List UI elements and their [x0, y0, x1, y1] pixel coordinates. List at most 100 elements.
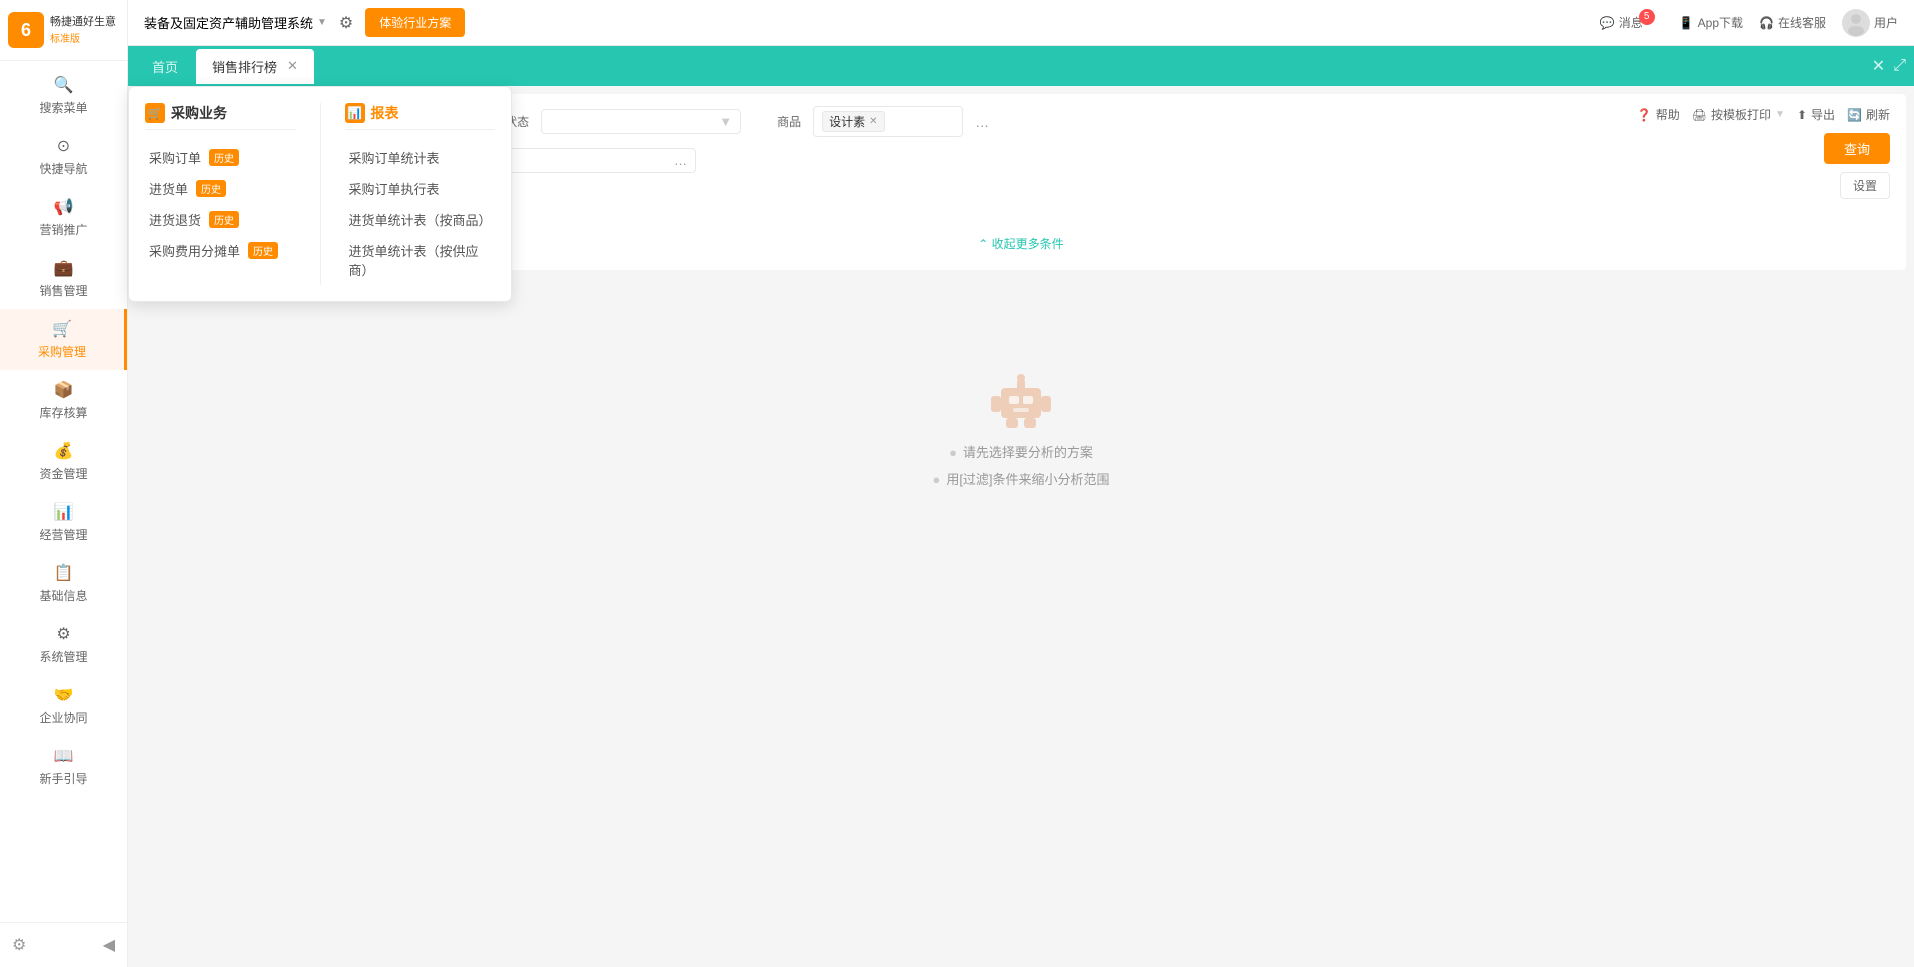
inventory-icon: 📦: [54, 380, 74, 400]
history-badge-0: 历史: [209, 149, 239, 166]
sidebar-item-inventory[interactable]: 📦 库存核算: [0, 370, 127, 431]
query-button[interactable]: 查询: [1824, 133, 1890, 164]
quicknav-icon: ⊙: [57, 136, 70, 156]
toolbar-actions: ❓ 帮助 🖨 按模板打印 ▼ ⬆ 导出: [1637, 106, 1890, 123]
notification-icon: 💬: [1600, 16, 1615, 30]
print-icon: 🖨: [1692, 108, 1707, 122]
phone-icon: 📱: [1679, 16, 1694, 30]
sidebar-item-guide[interactable]: 📖 新手引导: [0, 736, 127, 797]
dropdown-report-incoming-supplier[interactable]: 进货单统计表（按供应商）: [345, 235, 496, 285]
sidebar-item-finance[interactable]: 💰 资金管理: [0, 431, 127, 492]
dropdown-purchase-order[interactable]: 采购订单 历史: [145, 142, 296, 173]
empty-tip-2: 用[过滤]条件来缩小分析范围: [932, 469, 1109, 488]
status-dropdown-icon: ▼: [719, 114, 732, 129]
purchase-col-title: 🛒 采购业务: [145, 103, 296, 130]
goods-tag: 设计素 ✕: [822, 111, 884, 132]
print-dropdown-icon: ▼: [1775, 109, 1785, 120]
operation-icon: 📊: [54, 502, 74, 522]
industry-btn[interactable]: 体验行业方案: [365, 8, 465, 37]
online-service-btn[interactable]: 🎧 在线客服: [1759, 14, 1826, 31]
system-title-dropdown[interactable]: 装备及固定资产辅助管理系统 ▼: [144, 13, 327, 32]
filter-right-actions: ❓ 帮助 🖨 按模板打印 ▼ ⬆ 导出: [1637, 106, 1890, 199]
system-title-text: 装备及固定资产辅助管理系统: [144, 13, 313, 32]
notification-btn[interactable]: 💬 消息 5: [1600, 14, 1663, 31]
goods-label: 商品: [777, 113, 801, 130]
topbar-settings-icon[interactable]: ⚙: [339, 13, 353, 33]
goods-tag-remove[interactable]: ✕: [869, 116, 877, 127]
print-btn[interactable]: 🖨 按模板打印 ▼: [1692, 106, 1785, 123]
sidebar-bottom: ⚙ ◀: [0, 922, 127, 967]
tab-close-window-icon[interactable]: ✕: [1872, 56, 1885, 76]
dropdown-return-order[interactable]: 进货退货 历史: [145, 204, 296, 235]
enterprise-icon: 🤝: [54, 685, 74, 705]
system-icon: ⚙: [56, 624, 70, 644]
help-icon: ❓: [1637, 108, 1652, 122]
empty-state: 请先选择要分析的方案 用[过滤]条件来缩小分析范围: [128, 278, 1914, 572]
tab-close-icon[interactable]: ✕: [287, 58, 298, 74]
dropdown-report-col: 📊 报表 采购订单统计表 采购订单执行表 进货单统计表（按商品） 进货单统计表（…: [345, 103, 496, 285]
empty-tip-1: 请先选择要分析的方案: [949, 442, 1093, 461]
sidebar-item-basic[interactable]: 📋 基础信息: [0, 553, 127, 614]
purchase-dropdown-menu: 🛒 采购业务 采购订单 历史 进货单 历史 进货退货 历史 采购费用分摊单 历史: [128, 86, 512, 302]
logo-icon: 6: [8, 12, 44, 48]
sidebar-item-purchase[interactable]: 🛒 采购管理: [0, 309, 127, 370]
sidebar-settings-btn[interactable]: ⚙: [12, 935, 26, 955]
headset-icon: 🎧: [1759, 16, 1774, 30]
search-nav-icon: 🔍: [54, 75, 74, 95]
refresh-btn[interactable]: 🔄 刷新: [1847, 106, 1890, 123]
sidebar-collapse-btn[interactable]: ◀: [103, 935, 115, 955]
sidebar-nav: 🔍 搜索菜单 ⊙ 快捷导航 📢 营销推广 💼 销售管理 🛒 采购管理 📦: [0, 61, 127, 922]
sidebar-item-search[interactable]: 🔍 搜索菜单: [0, 65, 127, 126]
dropdown-expense-order[interactable]: 采购费用分摊单 历史: [145, 235, 296, 266]
sales-icon: 💼: [54, 258, 74, 278]
report-col-title: 📊 报表: [345, 103, 496, 130]
report-col-icon: 📊: [345, 103, 365, 123]
sidebar-item-marketing[interactable]: 📢 营销推广: [0, 187, 127, 248]
topbar-right: 💬 消息 5 📱 App下载 🎧 在线客服 用户: [1600, 9, 1898, 37]
sidebar-item-system[interactable]: ⚙ 系统管理: [0, 614, 127, 675]
finance-icon: 💰: [54, 441, 74, 461]
purchase-icon: 🛒: [52, 319, 72, 339]
guide-icon: 📖: [54, 746, 74, 766]
tabbar: 首页 销售排行榜 ✕ ✕ ⤢: [128, 46, 1914, 86]
basic-icon: 📋: [54, 563, 74, 583]
sidebar-item-enterprise[interactable]: 🤝 企业协同: [0, 675, 127, 736]
sidebar-item-sales[interactable]: 💼 销售管理: [0, 248, 127, 309]
user-avatar: [1842, 9, 1870, 37]
dropdown-divider: [320, 103, 321, 285]
app-container: 6 畅捷通好生意 标准版 🔍 搜索菜单 ⊙ 快捷导航 📢 营销推广 💼: [0, 0, 1914, 967]
dropdown-purchase-col: 🛒 采购业务 采购订单 历史 进货单 历史 进货退货 历史 采购费用分摊单 历史: [145, 103, 296, 285]
purchase-col-icon: 🛒: [145, 103, 165, 123]
logo-text: 畅捷通好生意 标准版: [50, 15, 116, 45]
history-badge-2: 历史: [209, 211, 239, 228]
salesperson-more-icon[interactable]: …: [674, 153, 687, 168]
dropdown-report-purchase-exec[interactable]: 采购订单执行表: [345, 173, 496, 204]
tab-sales-rank[interactable]: 销售排行榜 ✕: [196, 49, 314, 84]
sidebar: 6 畅捷通好生意 标准版 🔍 搜索菜单 ⊙ 快捷导航 📢 营销推广 💼: [0, 0, 128, 967]
user-menu-btn[interactable]: 用户: [1842, 9, 1898, 37]
sidebar-item-quicknav[interactable]: ⊙ 快捷导航: [0, 126, 127, 187]
tab-home[interactable]: 首页: [136, 49, 194, 84]
export-icon: ⬆: [1797, 108, 1807, 122]
salesperson-select[interactable]: …: [496, 148, 696, 173]
dropdown-arrow-icon: ▼: [317, 17, 327, 28]
dropdown-incoming-order[interactable]: 进货单 历史: [145, 173, 296, 204]
settings-button[interactable]: 设置: [1840, 172, 1890, 199]
refresh-icon: 🔄: [1847, 108, 1862, 122]
history-badge-3: 历史: [248, 242, 278, 259]
dropdown-report-purchase-stat[interactable]: 采购订单统计表: [345, 142, 496, 173]
status-select[interactable]: ▼: [541, 109, 741, 134]
help-btn[interactable]: ❓ 帮助: [1637, 106, 1680, 123]
dropdown-report-incoming-goods[interactable]: 进货单统计表（按商品）: [345, 204, 496, 235]
goods-more-icon[interactable]: …: [975, 114, 989, 130]
history-badge-1: 历史: [196, 180, 226, 197]
topbar: 装备及固定资产辅助管理系统 ▼ ⚙ 体验行业方案 💬 消息 5 📱 App下载 …: [128, 0, 1914, 46]
app-download-btn[interactable]: 📱 App下载: [1679, 14, 1743, 31]
tab-actions: ✕ ⤢: [1872, 56, 1906, 76]
marketing-icon: 📢: [54, 197, 74, 217]
tab-expand-icon[interactable]: ⤢: [1893, 57, 1906, 75]
notification-count: 5: [1639, 9, 1655, 25]
sidebar-item-operation[interactable]: 📊 经营管理: [0, 492, 127, 553]
goods-select[interactable]: 设计素 ✕: [813, 106, 963, 137]
export-btn[interactable]: ⬆ 导出: [1797, 106, 1835, 123]
